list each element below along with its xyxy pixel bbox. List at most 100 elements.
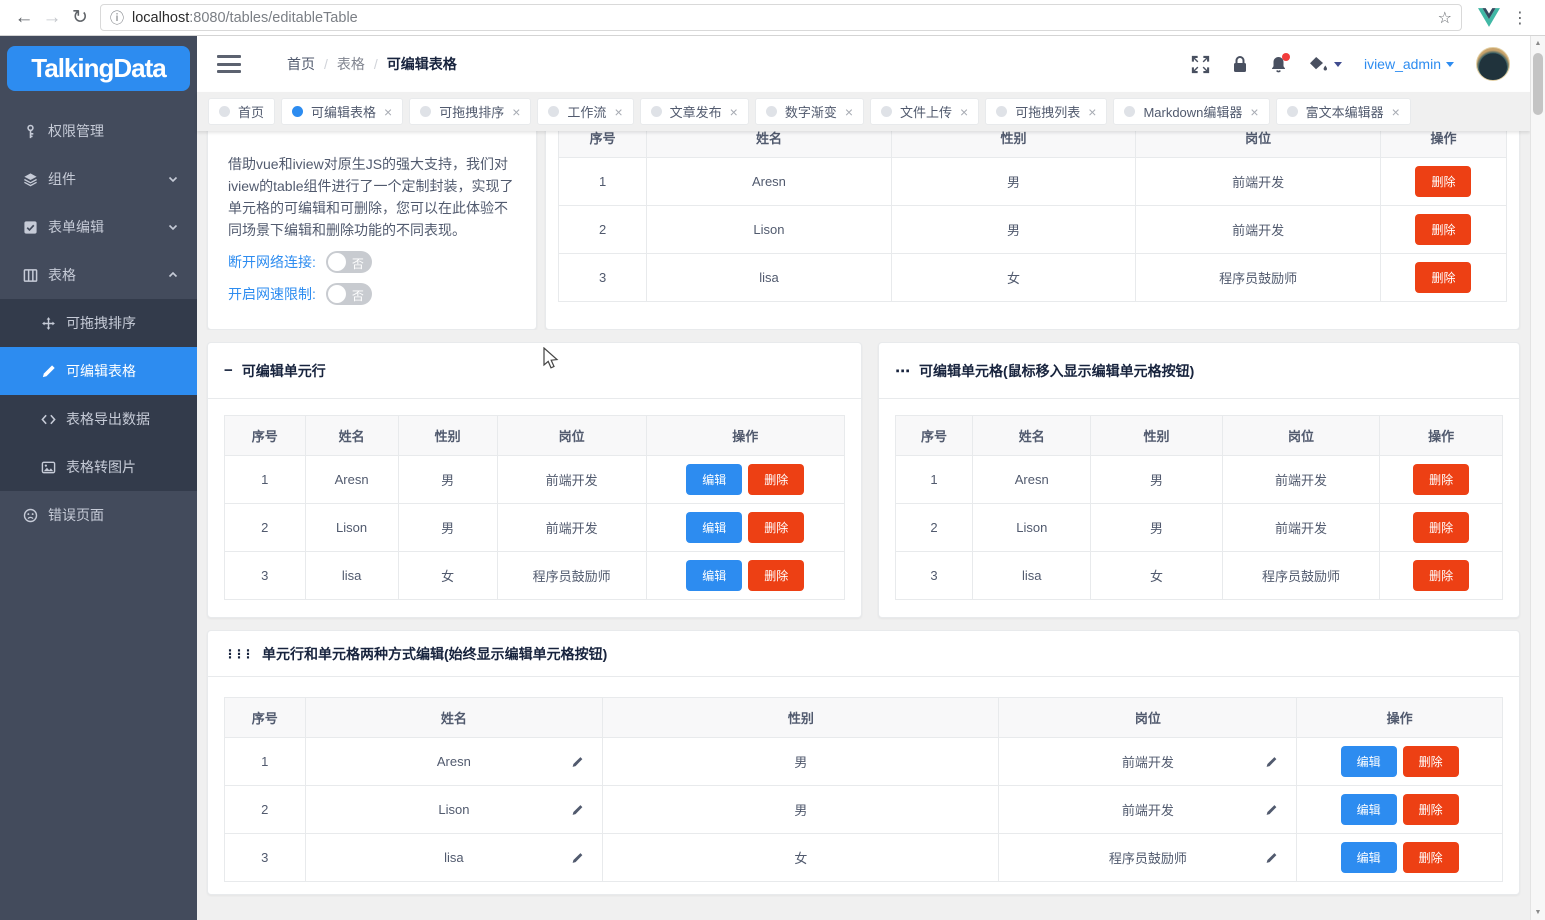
code-icon	[41, 414, 56, 424]
tab-status-dot	[650, 106, 662, 117]
edit-cell-pencil-icon[interactable]	[1265, 803, 1278, 816]
close-icon[interactable]: ×	[730, 105, 738, 119]
close-icon[interactable]: ×	[512, 105, 520, 119]
gender-cell: 男	[1090, 503, 1223, 552]
job-cell: 前端开发	[1221, 503, 1381, 552]
notification-bell-icon[interactable]	[1270, 52, 1290, 74]
sidebar-item-components[interactable]: 组件	[0, 155, 197, 203]
tab-label: 文章发布	[669, 105, 722, 120]
tab-item-1[interactable]: 可编辑表格 ×	[281, 98, 404, 125]
delete-button[interactable]: 删除	[1415, 166, 1472, 197]
close-icon[interactable]: ×	[614, 105, 622, 119]
edit-button[interactable]: 编辑	[1340, 746, 1397, 777]
gender-cell: 男	[890, 157, 1137, 206]
hamburger-menu-icon[interactable]	[217, 55, 241, 73]
scrollbar-up-arrow[interactable]: ▲	[1531, 36, 1545, 51]
actions-cell: 删除	[1379, 455, 1503, 504]
editable-cell-card: ⋯ 可编辑单元格(鼠标移入显示编辑单元格按钮) 序号 姓名 性别 岗位 操作 1 Aresn…	[878, 342, 1520, 618]
network-disconnect-switch[interactable]: 否	[325, 251, 372, 273]
tab-label: 文件上传	[900, 105, 953, 120]
sidebar-item-permissions[interactable]: 权限管理	[0, 107, 197, 155]
tab-item-3[interactable]: 工作流 ×	[537, 98, 634, 125]
cell-value: 3	[930, 568, 938, 583]
breadcrumb-tables[interactable]: 表格	[337, 54, 365, 74]
close-icon[interactable]: ×	[1392, 105, 1400, 119]
tab-item-4[interactable]: 文章发布 ×	[639, 98, 749, 125]
edit-button[interactable]: 编辑	[1340, 794, 1397, 825]
tab-item-8[interactable]: Markdown编辑器 ×	[1113, 98, 1270, 125]
edit-button[interactable]: 编辑	[1340, 842, 1397, 873]
browser-forward-icon[interactable]: →	[38, 8, 66, 27]
mouse-cursor	[543, 347, 559, 369]
delete-button[interactable]: 删除	[1402, 746, 1459, 777]
delete-button[interactable]: 删除	[748, 464, 805, 495]
edit-button[interactable]: 编辑	[686, 464, 743, 495]
card-title: 可编辑单元格(鼠标移入显示编辑单元格按钮)	[919, 362, 1195, 379]
fullscreen-icon[interactable]	[1191, 55, 1210, 74]
close-icon[interactable]: ×	[845, 105, 853, 119]
browser-back-icon[interactable]: ←	[10, 8, 38, 27]
speed-limit-switch[interactable]: 否	[325, 283, 372, 305]
edit-cell-pencil-icon[interactable]	[571, 803, 584, 816]
row-index-cell: 1	[557, 157, 648, 206]
tab-status-dot	[219, 106, 230, 117]
tab-item-6[interactable]: 文件上传 ×	[870, 98, 980, 125]
sidebar-item-editable-table[interactable]: 可编辑表格	[0, 347, 197, 395]
theme-paint-icon[interactable]	[1309, 56, 1342, 73]
column-header: 序号	[894, 415, 974, 456]
scrollbar-thumb[interactable]	[1533, 53, 1543, 115]
cell-value: 前端开发	[1274, 473, 1327, 488]
edit-cell-pencil-icon[interactable]	[571, 755, 584, 768]
browser-menu-icon[interactable]: ⋮	[1512, 8, 1529, 28]
delete-button[interactable]: 删除	[1402, 794, 1459, 825]
row-index-cell: 3	[224, 833, 306, 882]
scrollbar-down-arrow[interactable]: ▼	[1531, 905, 1545, 920]
sidebar-item-table-export[interactable]: 表格导出数据	[0, 395, 197, 443]
delete-button[interactable]: 删除	[1415, 214, 1472, 245]
cell-value: 前端开发	[1232, 175, 1285, 190]
tab-item-5[interactable]: 数字渐变 ×	[754, 98, 865, 125]
user-menu[interactable]: iview_admin	[1364, 56, 1454, 72]
edit-button[interactable]: 编辑	[686, 560, 743, 591]
delete-button[interactable]: 删除	[1402, 842, 1459, 873]
tab-item-7[interactable]: 可拖拽列表 ×	[985, 98, 1108, 125]
avatar[interactable]	[1476, 47, 1510, 81]
close-icon[interactable]: ×	[1088, 105, 1096, 119]
close-icon[interactable]: ×	[384, 105, 392, 119]
sidebar-item-form-edit[interactable]: 表单编辑	[0, 203, 197, 251]
tab-item-2[interactable]: 可拖拽排序 ×	[409, 98, 532, 125]
sad-face-icon	[23, 508, 38, 522]
sidebar-item-error-pages[interactable]: 错误页面	[0, 491, 197, 539]
edit-button[interactable]: 编辑	[686, 512, 743, 543]
name-cell: Lison	[646, 205, 892, 254]
delete-button[interactable]: 删除	[1413, 560, 1470, 591]
close-icon[interactable]: ×	[1250, 105, 1258, 119]
gender-cell: 男	[602, 785, 1000, 834]
vue-devtools-icon[interactable]	[1478, 8, 1500, 27]
sidebar-item-tables[interactable]: 表格	[0, 251, 197, 299]
sidebar-item-table-to-image[interactable]: 表格转图片	[0, 443, 197, 491]
browser-refresh-icon[interactable]: ↻	[66, 8, 94, 27]
delete-button[interactable]: 删除	[748, 512, 805, 543]
tab-item-0[interactable]: 首页	[208, 98, 276, 125]
tab-status-dot	[1286, 106, 1298, 117]
delete-button[interactable]: 删除	[748, 560, 805, 591]
name-cell: lisa	[972, 551, 1092, 600]
bookmark-star-icon[interactable]: ☆	[1438, 8, 1452, 28]
move-icon	[42, 316, 55, 330]
edit-cell-pencil-icon[interactable]	[571, 851, 584, 864]
edit-cell-pencil-icon[interactable]	[1265, 851, 1278, 864]
lock-icon[interactable]	[1232, 55, 1248, 74]
delete-button[interactable]: 删除	[1413, 464, 1470, 495]
edit-cell-pencil-icon[interactable]	[1265, 755, 1278, 768]
delete-button[interactable]: 删除	[1413, 512, 1470, 543]
table-row: 2 Lison 男 前端开发 删除	[557, 205, 1508, 254]
page-scrollbar[interactable]: ▲ ▼	[1530, 36, 1545, 920]
close-icon[interactable]: ×	[960, 105, 968, 119]
page-info-icon[interactable]: ⓘ	[110, 8, 124, 28]
breadcrumb-home[interactable]: 首页	[287, 54, 315, 74]
delete-button[interactable]: 删除	[1415, 262, 1472, 293]
address-bar[interactable]: ⓘ localhost:8080/tables/editableTable ☆	[100, 4, 1462, 31]
sidebar-item-draggable-sort[interactable]: 可拖拽排序	[0, 299, 197, 347]
tab-item-9[interactable]: 富文本编辑器 ×	[1275, 98, 1411, 125]
